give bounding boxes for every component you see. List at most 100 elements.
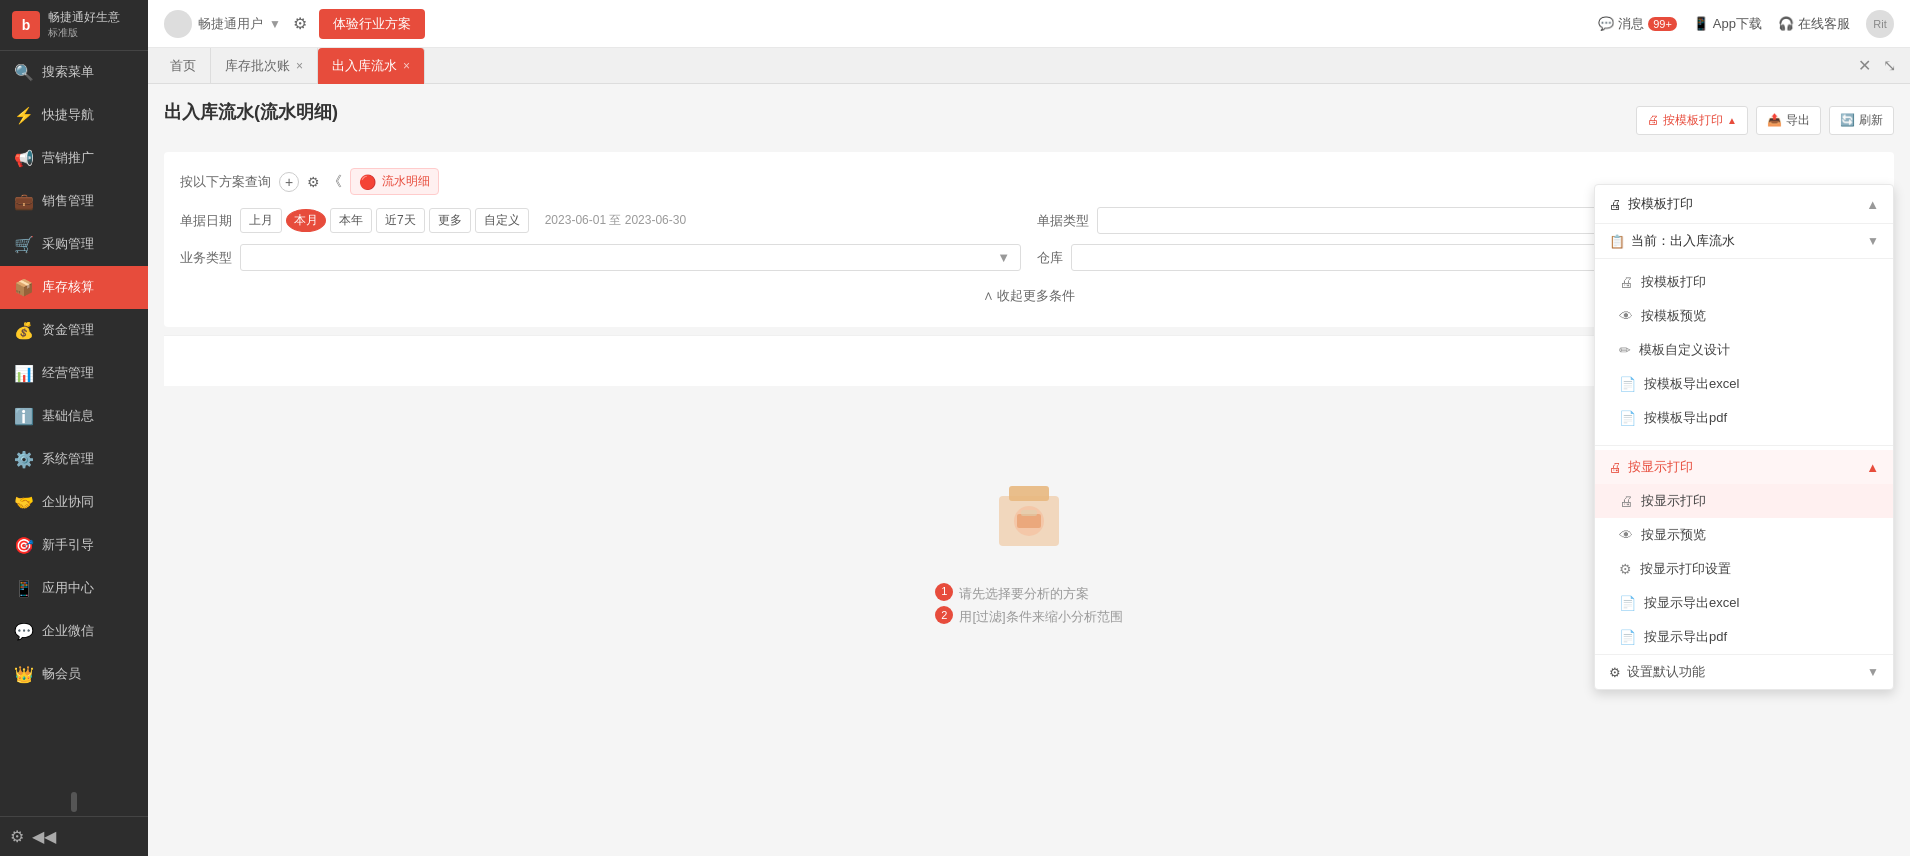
dropdown-display-print-settings[interactable]: ⚙ 按显示打印设置 bbox=[1595, 552, 1893, 586]
print-dropdown-arrow-icon: ▲ bbox=[1727, 115, 1737, 126]
edit-icon: ✏ bbox=[1619, 342, 1631, 358]
online-service-action[interactable]: 🎧 在线客服 bbox=[1778, 15, 1850, 33]
display-print-header-content: 🖨 按显示打印 bbox=[1609, 458, 1693, 476]
target-icon: 🎯 bbox=[14, 536, 34, 555]
filter-collapse-icon[interactable]: 《 bbox=[328, 173, 342, 191]
sidebar-item-label: 采购管理 bbox=[42, 235, 94, 253]
settings-gear-icon[interactable]: ⚙ bbox=[293, 14, 307, 33]
display-print-toggle-icon: ▲ bbox=[1866, 460, 1879, 475]
industry-solution-button[interactable]: 体验行业方案 bbox=[319, 9, 425, 39]
dropdown-footer[interactable]: ⚙ 设置默认功能 ▼ bbox=[1595, 654, 1893, 689]
search-header-label: 按以下方案查询 bbox=[180, 173, 271, 191]
dropdown-current-row: 📋 当前：出入库流水 ▼ bbox=[1595, 224, 1893, 259]
avatar bbox=[164, 10, 192, 38]
close-window-icon[interactable]: ✕ bbox=[1852, 56, 1877, 75]
dropdown-template-export-pdf[interactable]: 📄 按模板导出pdf bbox=[1595, 401, 1893, 435]
dropdown-template-preview[interactable]: 👁 按模板预览 bbox=[1595, 299, 1893, 333]
date-this-year-button[interactable]: 本年 bbox=[330, 208, 372, 233]
refresh-button[interactable]: 🔄 刷新 bbox=[1829, 106, 1894, 135]
date-filter-options: 上月 本月 本年 近7天 更多 自定义 bbox=[240, 208, 529, 233]
hint-text-2: 用[过滤]条件来缩小分析范围 bbox=[959, 605, 1122, 628]
dropdown-item-label: 按显示导出pdf bbox=[1644, 628, 1727, 646]
filter-tag-current[interactable]: 🔴 流水明细 bbox=[350, 168, 439, 195]
tab-batch-account-close-icon[interactable]: × bbox=[296, 59, 303, 73]
sidebar-item-quick-nav[interactable]: ⚡ 快捷导航 bbox=[0, 94, 148, 137]
sidebar-item-purchase[interactable]: 🛒 采购管理 bbox=[0, 223, 148, 266]
sidebar-item-member[interactable]: 👑 畅会员 bbox=[0, 653, 148, 696]
message-action[interactable]: 💬 消息 99+ bbox=[1598, 15, 1677, 33]
filter-settings-icon[interactable]: ⚙ bbox=[307, 174, 320, 190]
svg-rect-1 bbox=[1009, 486, 1049, 501]
sidebar-item-operations[interactable]: 📊 经营管理 bbox=[0, 352, 148, 395]
display-print-section-header[interactable]: 🖨 按显示打印 ▲ bbox=[1595, 450, 1893, 484]
date-prev-month-button[interactable]: 上月 bbox=[240, 208, 282, 233]
export-button[interactable]: 📤 导出 bbox=[1756, 106, 1821, 135]
dropdown-template-custom[interactable]: ✏ 模板自定义设计 bbox=[1595, 333, 1893, 367]
date-this-month-button[interactable]: 本月 bbox=[286, 209, 326, 232]
user-selector[interactable]: 畅捷通用户 ▼ bbox=[164, 10, 281, 38]
print-template-button[interactable]: 🖨 按模板打印 ▲ bbox=[1636, 106, 1748, 135]
dropdown-panel-arrow-icon[interactable]: ▲ bbox=[1866, 197, 1879, 212]
sidebar-item-label: 库存核算 bbox=[42, 278, 94, 296]
dropdown-current-info: 📋 当前：出入库流水 bbox=[1609, 232, 1735, 250]
dropdown-template-print[interactable]: 🖨 按模板打印 bbox=[1595, 265, 1893, 299]
printer-small-icon: 🖨 bbox=[1619, 274, 1633, 290]
message-label: 消息 bbox=[1618, 15, 1644, 33]
dropdown-display-print[interactable]: 🖨 按显示打印 bbox=[1595, 484, 1893, 518]
biz-type-select[interactable]: ▼ bbox=[240, 244, 1021, 271]
search-icon: 🔍 bbox=[14, 63, 34, 82]
tab-flow-close-icon[interactable]: × bbox=[403, 59, 410, 73]
dropdown-display-export-excel[interactable]: 📄 按显示导出excel bbox=[1595, 586, 1893, 620]
mobile-icon: 📱 bbox=[14, 579, 34, 598]
app-download-action[interactable]: 📱 App下载 bbox=[1693, 15, 1762, 33]
collapse-sidebar-icon[interactable]: ◀◀ bbox=[32, 827, 56, 846]
user-name: 畅捷通用户 bbox=[198, 15, 263, 33]
sidebar-item-system[interactable]: ⚙️ 系统管理 bbox=[0, 438, 148, 481]
settings-icon[interactable]: ⚙ bbox=[10, 827, 24, 846]
sidebar-item-search[interactable]: 🔍 搜索菜单 bbox=[0, 51, 148, 94]
sidebar-item-finance[interactable]: 💰 资金管理 bbox=[0, 309, 148, 352]
date-filter-field: 单据日期 上月 本月 本年 近7天 更多 自定义 2023-06-01 至 20… bbox=[180, 208, 1021, 233]
sidebar-item-label: 应用中心 bbox=[42, 579, 94, 597]
sidebar-item-sales[interactable]: 💼 销售管理 bbox=[0, 180, 148, 223]
sidebar-item-label: 新手引导 bbox=[42, 536, 94, 554]
chat-icon: 💬 bbox=[14, 622, 34, 641]
sidebar-item-cooperation[interactable]: 🤝 企业协同 bbox=[0, 481, 148, 524]
tab-home[interactable]: 首页 bbox=[156, 48, 211, 84]
add-filter-button[interactable]: + bbox=[279, 172, 299, 192]
date-more-button[interactable]: 更多 bbox=[429, 208, 471, 233]
date-range-display: 2023-06-01 至 2023-06-30 bbox=[545, 212, 686, 229]
current-arrow-icon: ▼ bbox=[1867, 234, 1879, 248]
sidebar-item-label: 经营管理 bbox=[42, 364, 94, 382]
sidebar-item-marketing[interactable]: 📢 营销推广 bbox=[0, 137, 148, 180]
briefcase-icon: 💼 bbox=[14, 192, 34, 211]
sidebar-item-label: 营销推广 bbox=[42, 149, 94, 167]
tab-flow[interactable]: 出入库流水 × bbox=[318, 48, 425, 84]
print-template-label: 按模板打印 bbox=[1663, 112, 1723, 129]
date-custom-button[interactable]: 自定义 bbox=[475, 208, 529, 233]
dropdown-item-label: 按显示预览 bbox=[1641, 526, 1706, 544]
dropdown-header: 🖨 按模板打印 ▲ bbox=[1595, 185, 1893, 224]
sidebar-item-label: 企业微信 bbox=[42, 622, 94, 640]
sidebar-bottom: ⚙ ◀◀ bbox=[0, 816, 148, 856]
crown-icon: 👑 bbox=[14, 665, 34, 684]
svg-rect-3 bbox=[1017, 514, 1041, 528]
dropdown-arrow-icon: ▼ bbox=[269, 17, 281, 31]
maximize-window-icon[interactable]: ⤡ bbox=[1877, 56, 1902, 75]
footer-arrow-icon: ▼ bbox=[1867, 665, 1879, 679]
print-dropdown-panel: 🖨 按模板打印 ▲ 📋 当前：出入库流水 ▼ 🖨 bbox=[1594, 184, 1894, 690]
dropdown-template-export-excel[interactable]: 📄 按模板导出excel bbox=[1595, 367, 1893, 401]
date-last-7-days-button[interactable]: 近7天 bbox=[376, 208, 425, 233]
dropdown-display-preview[interactable]: 👁 按显示预览 bbox=[1595, 518, 1893, 552]
sidebar-item-inventory[interactable]: 📦 库存核算 bbox=[0, 266, 148, 309]
sidebar-item-wechat[interactable]: 💬 企业微信 bbox=[0, 610, 148, 653]
dropdown-display-export-pdf[interactable]: 📄 按显示导出pdf bbox=[1595, 620, 1893, 654]
tab-batch-account-label: 库存批次账 bbox=[225, 57, 290, 75]
sidebar-item-label: 销售管理 bbox=[42, 192, 94, 210]
scroll-indicator bbox=[71, 792, 77, 812]
sidebar-item-guide[interactable]: 🎯 新手引导 bbox=[0, 524, 148, 567]
tab-batch-account[interactable]: 库存批次账 × bbox=[211, 48, 318, 84]
sidebar-item-basic-info[interactable]: ℹ️ 基础信息 bbox=[0, 395, 148, 438]
user-profile-action[interactable]: Rit bbox=[1866, 10, 1894, 38]
sidebar-item-app-center[interactable]: 📱 应用中心 bbox=[0, 567, 148, 610]
